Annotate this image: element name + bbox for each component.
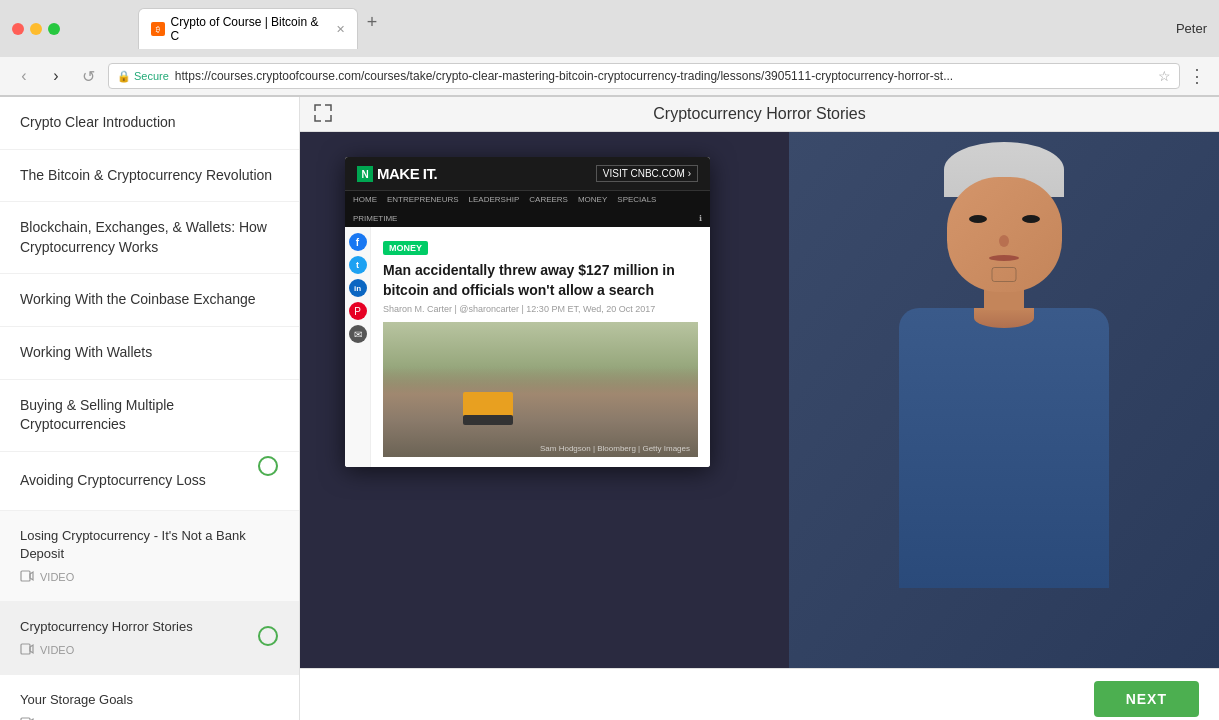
bulldozer xyxy=(463,392,533,427)
tab-close-button[interactable]: ✕ xyxy=(336,23,345,36)
article-headline: Man accidentally threw away $127 million… xyxy=(383,261,698,300)
bottom-bar: NEXT xyxy=(300,668,1219,720)
sidebar-item-title: Buying & Selling Multiple Cryptocurrenci… xyxy=(20,396,279,435)
sidebar-item-buying-selling[interactable]: Buying & Selling Multiple Cryptocurrenci… xyxy=(0,380,299,452)
video-icon xyxy=(20,716,34,721)
traffic-lights xyxy=(12,23,60,35)
browser-chrome: ₿ Crypto of Course | Bitcoin & C ✕ + Pet… xyxy=(0,0,1219,97)
video-icon xyxy=(20,569,34,585)
user-name: Peter xyxy=(1176,21,1207,36)
twitter-icon: t xyxy=(349,256,367,274)
tab-title: Crypto of Course | Bitcoin & C xyxy=(171,15,326,43)
sidebar-item-coinbase-exchange[interactable]: Working With the Coinbase Exchange xyxy=(0,274,299,327)
svg-rect-3 xyxy=(21,644,30,654)
video-frame: N MAKE IT. VISIT CNBC.COM › HOME ENTREPR… xyxy=(300,132,1219,668)
svg-point-5 xyxy=(259,627,277,645)
video-header: Cryptocurrency Horror Stories xyxy=(300,97,1219,132)
url-text: https://courses.cryptoofcourse.com/cours… xyxy=(175,69,1152,83)
presenter-person xyxy=(894,142,1114,588)
refresh-button[interactable]: ↺ xyxy=(76,64,100,88)
article-image: Sam Hodgson | Bloomberg | Getty Images xyxy=(383,322,698,457)
tab-area: ₿ Crypto of Course | Bitcoin & C ✕ + xyxy=(68,8,456,49)
make-it-logo: N MAKE IT. xyxy=(357,165,437,182)
sidebar: Crypto Clear Introduction The Bitcoin & … xyxy=(0,97,300,720)
money-badge: MONEY xyxy=(383,241,428,255)
social-sidebar: f t in P ✉ xyxy=(345,227,371,467)
sidebar-item-horror-stories[interactable]: Cryptocurrency Horror Stories VIDEO xyxy=(0,602,299,675)
sidebar-item-meta: VIDEO xyxy=(20,716,279,721)
sidebar-item-storage-goals[interactable]: Your Storage Goals VIDEO xyxy=(0,675,299,720)
browser-tab[interactable]: ₿ Crypto of Course | Bitcoin & C ✕ xyxy=(138,8,358,49)
sidebar-item-blockchain-exchanges[interactable]: Blockchain, Exchanges, & Wallets: How Cr… xyxy=(0,202,299,274)
sidebar-item-crypto-clear-intro[interactable]: Crypto Clear Introduction xyxy=(0,97,299,150)
presenter-area xyxy=(789,132,1219,668)
sidebar-item-title: Crypto Clear Introduction xyxy=(20,113,279,133)
close-button[interactable] xyxy=(12,23,24,35)
sidebar-item-meta: VIDEO xyxy=(20,642,257,658)
svg-rect-2 xyxy=(21,571,30,581)
sidebar-item-bitcoin-revolution[interactable]: The Bitcoin & Cryptocurrency Revolution xyxy=(0,150,299,203)
sidebar-item-title: Blockchain, Exchanges, & Wallets: How Cr… xyxy=(20,218,279,257)
video-label: VIDEO xyxy=(40,571,74,583)
progress-circle-avoiding-loss xyxy=(257,455,279,481)
secure-badge: 🔒 Secure xyxy=(117,70,169,83)
sidebar-item-title: Your Storage Goals xyxy=(20,691,279,709)
sidebar-item-title: Working With Wallets xyxy=(20,343,279,363)
progress-circle-horror-stories xyxy=(257,625,279,651)
sidebar-item-title: Working With the Coinbase Exchange xyxy=(20,290,279,310)
minimize-button[interactable] xyxy=(30,23,42,35)
article-byline: Sharon M. Carter | @sharoncarter | 12:30… xyxy=(383,304,698,314)
back-button[interactable]: ‹ xyxy=(12,64,36,88)
sidebar-item-working-wallets[interactable]: Working With Wallets xyxy=(0,327,299,380)
browser-toolbar: ‹ › ↺ 🔒 Secure https://courses.cryptoofc… xyxy=(0,57,1219,96)
expand-button[interactable] xyxy=(312,102,334,127)
sidebar-item-title: Cryptocurrency Horror Stories xyxy=(20,618,257,636)
svg-point-1 xyxy=(259,457,277,475)
browser-menu-button[interactable]: ⋮ xyxy=(1188,65,1207,87)
main-layout: Crypto Clear Introduction The Bitcoin & … xyxy=(0,97,1219,720)
article-main-content: MONEY Man accidentally threw away $127 m… xyxy=(371,227,710,467)
visit-cnbc-button[interactable]: VISIT CNBC.COM › xyxy=(596,165,698,182)
article-body: f t in P ✉ MONEY Man accidentally threw … xyxy=(345,227,710,467)
video-title: Cryptocurrency Horror Stories xyxy=(653,105,866,123)
presenter-shirt xyxy=(899,308,1109,588)
facebook-icon: f xyxy=(349,233,367,251)
maximize-button[interactable] xyxy=(48,23,60,35)
article-mockup: N MAKE IT. VISIT CNBC.COM › HOME ENTREPR… xyxy=(345,157,710,467)
article-nav: HOME ENTREPRENEURS LEADERSHIP CAREERS MO… xyxy=(345,190,710,227)
pinterest-icon: P xyxy=(349,302,367,320)
sidebar-item-title: The Bitcoin & Cryptocurrency Revolution xyxy=(20,166,279,186)
linkedin-icon: in xyxy=(349,279,367,297)
forward-button[interactable]: › xyxy=(44,64,68,88)
new-tab-button[interactable]: + xyxy=(358,8,386,36)
sidebar-item-losing-crypto[interactable]: Losing Cryptocurrency - It's Not a Bank … xyxy=(0,511,299,602)
video-icon xyxy=(20,642,34,658)
next-button[interactable]: NEXT xyxy=(1094,681,1199,717)
sidebar-item-avoiding-loss[interactable]: Avoiding Cryptocurrency Loss xyxy=(0,452,299,511)
svg-text:N: N xyxy=(361,169,368,180)
sidebar-item-title: Avoiding Cryptocurrency Loss xyxy=(20,471,206,491)
sidebar-item-meta: VIDEO xyxy=(20,569,279,585)
bookmark-icon[interactable]: ☆ xyxy=(1158,68,1171,84)
presenter-face xyxy=(947,177,1062,292)
address-bar[interactable]: 🔒 Secure https://courses.cryptoofcourse.… xyxy=(108,63,1180,89)
browser-titlebar: ₿ Crypto of Course | Bitcoin & C ✕ + Pet… xyxy=(0,0,1219,57)
content-area: Cryptocurrency Horror Stories N MAKE IT.… xyxy=(300,97,1219,720)
video-label: VIDEO xyxy=(40,644,74,656)
email-icon: ✉ xyxy=(349,325,367,343)
sidebar-item-title: Losing Cryptocurrency - It's Not a Bank … xyxy=(20,527,279,563)
tab-favicon: ₿ xyxy=(151,22,165,36)
article-header: N MAKE IT. VISIT CNBC.COM › xyxy=(345,157,710,190)
